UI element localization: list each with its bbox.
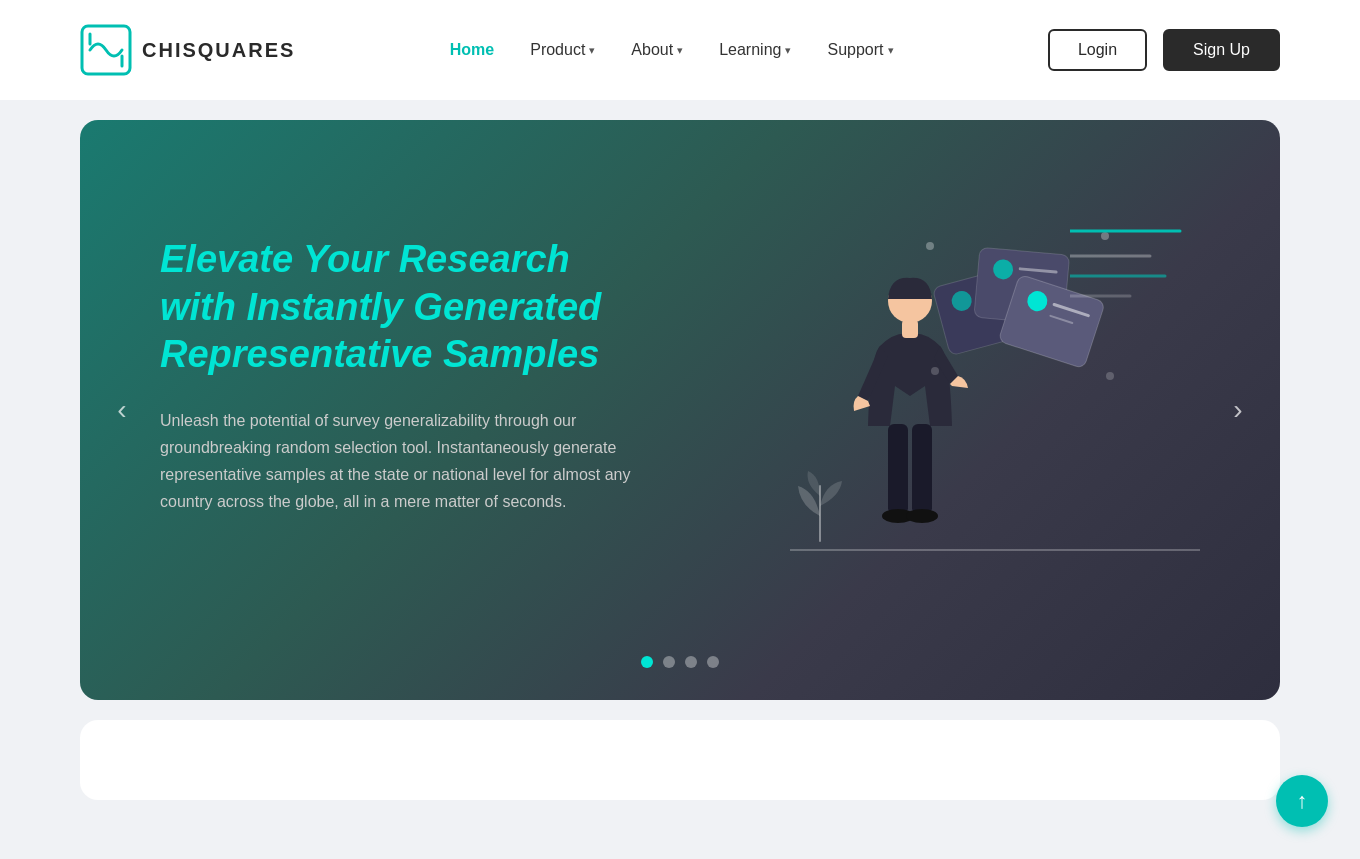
slider-dot-2[interactable] xyxy=(663,656,675,668)
hero-section: ‹ › Elevate Your Research with Instantly… xyxy=(80,120,1280,700)
logo-icon xyxy=(80,24,132,76)
nav-item-support[interactable]: Support ▾ xyxy=(813,33,907,67)
nav-item-learning[interactable]: Learning ▾ xyxy=(705,33,805,67)
hero-title: Elevate Your Research with Instantly Gen… xyxy=(160,236,640,379)
chevron-down-icon: ▾ xyxy=(589,44,595,57)
chevron-down-icon: ▾ xyxy=(888,44,894,57)
hero-illustration xyxy=(780,186,1200,566)
svg-rect-5 xyxy=(888,424,908,514)
illustration-container xyxy=(780,186,1200,566)
hero-content: Elevate Your Research with Instantly Gen… xyxy=(80,120,1280,632)
hero-text: Elevate Your Research with Instantly Gen… xyxy=(160,236,640,515)
login-button[interactable]: Login xyxy=(1048,29,1147,71)
svg-rect-6 xyxy=(912,424,932,514)
nav-item-about[interactable]: About ▾ xyxy=(617,33,697,67)
svg-point-21 xyxy=(926,242,934,250)
slider-dots xyxy=(80,632,1280,700)
slider-next-button[interactable]: › xyxy=(1216,388,1260,432)
svg-point-23 xyxy=(1106,372,1114,380)
lines-illustration xyxy=(1070,206,1200,326)
svg-point-8 xyxy=(906,509,938,523)
slider-prev-button[interactable]: ‹ xyxy=(100,388,144,432)
chevron-left-icon: ‹ xyxy=(117,394,126,426)
chevron-down-icon: ▾ xyxy=(785,44,791,57)
svg-point-24 xyxy=(931,367,939,375)
logo[interactable]: CHISQUARES xyxy=(80,24,295,76)
svg-rect-4 xyxy=(902,320,918,338)
hero-description: Unleash the potential of survey generali… xyxy=(160,407,640,516)
scroll-to-top-button[interactable]: ↑ xyxy=(1276,775,1328,827)
nav-item-product[interactable]: Product ▾ xyxy=(516,33,609,67)
slider-dot-3[interactable] xyxy=(685,656,697,668)
arrow-up-icon: ↑ xyxy=(1297,788,1308,814)
logo-text: CHISQUARES xyxy=(142,39,295,62)
plant-illustration xyxy=(790,466,850,546)
navigation: Home Product ▾ About ▾ Learning ▾ Suppor… xyxy=(436,33,908,67)
chevron-right-icon: › xyxy=(1233,394,1242,426)
chevron-down-icon: ▾ xyxy=(677,44,683,57)
nav-item-home[interactable]: Home xyxy=(436,33,508,67)
header: CHISQUARES Home Product ▾ About ▾ Learni… xyxy=(0,0,1360,100)
slider-dot-4[interactable] xyxy=(707,656,719,668)
below-section xyxy=(80,720,1280,800)
slider-dot-1[interactable] xyxy=(641,656,653,668)
header-actions: Login Sign Up xyxy=(1048,29,1280,71)
signup-button[interactable]: Sign Up xyxy=(1163,29,1280,71)
